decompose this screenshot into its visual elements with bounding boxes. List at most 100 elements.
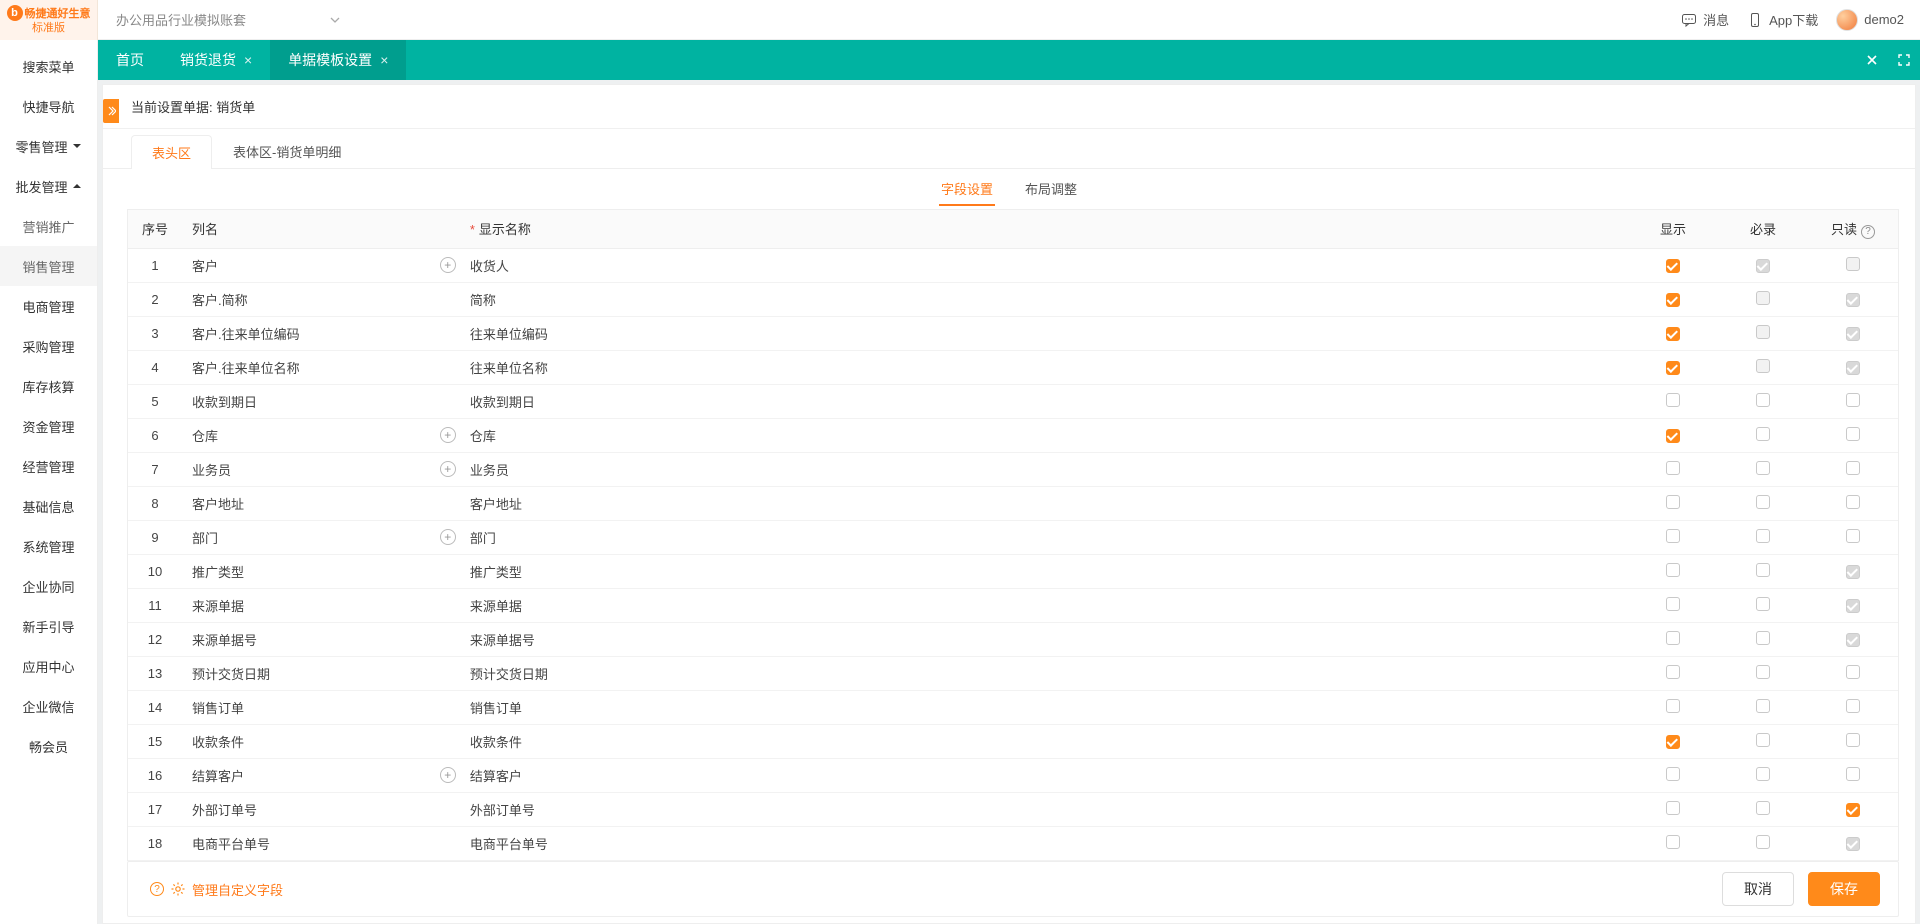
checkbox[interactable] <box>1756 461 1770 475</box>
checkbox[interactable] <box>1666 699 1680 713</box>
checkbox[interactable] <box>1756 529 1770 543</box>
checkbox[interactable] <box>1846 461 1860 475</box>
checkbox[interactable] <box>1846 495 1860 509</box>
cell-display-name[interactable]: 来源单据号 <box>460 622 1628 656</box>
cancel-button[interactable]: 取消 <box>1722 872 1794 906</box>
cell-display-name[interactable]: 部门 <box>460 520 1628 554</box>
brand-logo[interactable]: b 畅捷通好生意 标准版 <box>0 0 98 40</box>
cell-display-name[interactable]: 收款条件 <box>460 724 1628 758</box>
checkbox[interactable] <box>1756 427 1770 441</box>
cell-display-name[interactable]: 销售订单 <box>460 690 1628 724</box>
sidebar-item[interactable]: 批发管理 <box>0 166 97 206</box>
sidebar-item[interactable]: 库存核算 <box>0 366 97 406</box>
checkbox[interactable] <box>1756 665 1770 679</box>
cell-display-name[interactable]: 来源单据 <box>460 588 1628 622</box>
checkbox[interactable] <box>1846 803 1860 817</box>
plus-icon[interactable]: + <box>440 257 456 273</box>
checkbox[interactable] <box>1756 631 1770 645</box>
sidebar-item[interactable]: 搜索菜单 <box>0 46 97 86</box>
cell-display-name[interactable]: 电商平台单号 <box>460 826 1628 860</box>
section-tab[interactable]: 表体区-销货单明细 <box>212 134 362 168</box>
collapse-toggle[interactable] <box>103 99 119 123</box>
help-icon[interactable]: ? <box>1861 225 1875 239</box>
checkbox[interactable] <box>1666 597 1680 611</box>
close-icon[interactable]: × <box>244 52 252 68</box>
checkbox[interactable] <box>1756 495 1770 509</box>
fields-table-scroll[interactable]: 序号 列名 *显示名称 显示 必录 只读? 1客户+收货人2客户.简称简称3客户… <box>127 209 1899 861</box>
checkbox[interactable] <box>1846 699 1860 713</box>
sidebar-item[interactable]: 资金管理 <box>0 406 97 446</box>
section-tab[interactable]: 表头区 <box>131 135 212 169</box>
checkbox[interactable] <box>1666 631 1680 645</box>
cell-display-name[interactable]: 客户地址 <box>460 486 1628 520</box>
messages-button[interactable]: 消息 <box>1681 10 1729 29</box>
checkbox[interactable] <box>1666 835 1680 849</box>
cell-display-name[interactable]: 往来单位名称 <box>460 350 1628 384</box>
checkbox[interactable] <box>1666 327 1680 341</box>
sidebar-item[interactable]: 新手引导 <box>0 606 97 646</box>
close-all-tabs-button[interactable] <box>1856 53 1888 67</box>
sub-tab[interactable]: 布局调整 <box>1023 173 1079 206</box>
checkbox[interactable] <box>1666 801 1680 815</box>
checkbox[interactable] <box>1756 563 1770 577</box>
checkbox[interactable] <box>1666 259 1680 273</box>
tab[interactable]: 销货退货× <box>162 40 270 80</box>
sidebar-item[interactable]: 畅会员 <box>0 726 97 766</box>
cell-display-name[interactable]: 仓库 <box>460 418 1628 452</box>
checkbox[interactable] <box>1666 563 1680 577</box>
checkbox[interactable] <box>1846 393 1860 407</box>
cell-display-name[interactable]: 业务员 <box>460 452 1628 486</box>
checkbox[interactable] <box>1756 801 1770 815</box>
close-icon[interactable]: × <box>380 52 388 68</box>
plus-icon[interactable]: + <box>440 767 456 783</box>
sub-tab[interactable]: 字段设置 <box>939 173 995 206</box>
cell-display-name[interactable]: 简称 <box>460 282 1628 316</box>
checkbox[interactable] <box>1846 733 1860 747</box>
tab[interactable]: 首页 <box>98 40 162 80</box>
app-download-button[interactable]: App下载 <box>1747 10 1818 29</box>
checkbox[interactable] <box>1666 393 1680 407</box>
checkbox[interactable] <box>1666 361 1680 375</box>
checkbox[interactable] <box>1846 665 1860 679</box>
checkbox[interactable] <box>1666 461 1680 475</box>
checkbox[interactable] <box>1666 293 1680 307</box>
sidebar-item[interactable]: 电商管理 <box>0 286 97 326</box>
sidebar-item[interactable]: 经营管理 <box>0 446 97 486</box>
sidebar-item[interactable]: 系统管理 <box>0 526 97 566</box>
sidebar-item[interactable]: 企业协同 <box>0 566 97 606</box>
checkbox[interactable] <box>1846 427 1860 441</box>
checkbox[interactable] <box>1846 529 1860 543</box>
plus-icon[interactable]: + <box>440 529 456 545</box>
checkbox[interactable] <box>1666 529 1680 543</box>
save-button[interactable]: 保存 <box>1808 872 1880 906</box>
plus-icon[interactable]: + <box>440 461 456 477</box>
tab[interactable]: 单据模板设置× <box>270 40 406 80</box>
user-menu[interactable]: demo2 <box>1836 9 1904 31</box>
checkbox[interactable] <box>1756 393 1770 407</box>
sidebar-subitem[interactable]: 营销推广 <box>0 206 97 246</box>
checkbox[interactable] <box>1756 767 1770 781</box>
cell-display-name[interactable]: 外部订单号 <box>460 792 1628 826</box>
checkbox[interactable] <box>1756 733 1770 747</box>
sidebar-item[interactable]: 快捷导航 <box>0 86 97 126</box>
checkbox[interactable] <box>1756 597 1770 611</box>
sidebar-item[interactable]: 企业微信 <box>0 686 97 726</box>
cell-display-name[interactable]: 往来单位编码 <box>460 316 1628 350</box>
cell-display-name[interactable]: 收货人 <box>460 248 1628 282</box>
plus-icon[interactable]: + <box>440 427 456 443</box>
checkbox[interactable] <box>1846 767 1860 781</box>
manage-custom-fields-link[interactable]: ? 管理自定义字段 <box>146 880 283 899</box>
checkbox[interactable] <box>1666 735 1680 749</box>
checkbox[interactable] <box>1666 429 1680 443</box>
account-selector[interactable]: 办公用品行业模拟账套 <box>116 10 340 29</box>
sidebar-subitem[interactable]: 销售管理 <box>0 246 97 286</box>
sidebar-item[interactable]: 应用中心 <box>0 646 97 686</box>
checkbox[interactable] <box>1756 835 1770 849</box>
checkbox[interactable] <box>1666 495 1680 509</box>
cell-display-name[interactable]: 收款到期日 <box>460 384 1628 418</box>
cell-display-name[interactable]: 预计交货日期 <box>460 656 1628 690</box>
fullscreen-button[interactable] <box>1888 53 1920 67</box>
sidebar-item[interactable]: 基础信息 <box>0 486 97 526</box>
sidebar-item[interactable]: 采购管理 <box>0 326 97 366</box>
checkbox[interactable] <box>1666 767 1680 781</box>
